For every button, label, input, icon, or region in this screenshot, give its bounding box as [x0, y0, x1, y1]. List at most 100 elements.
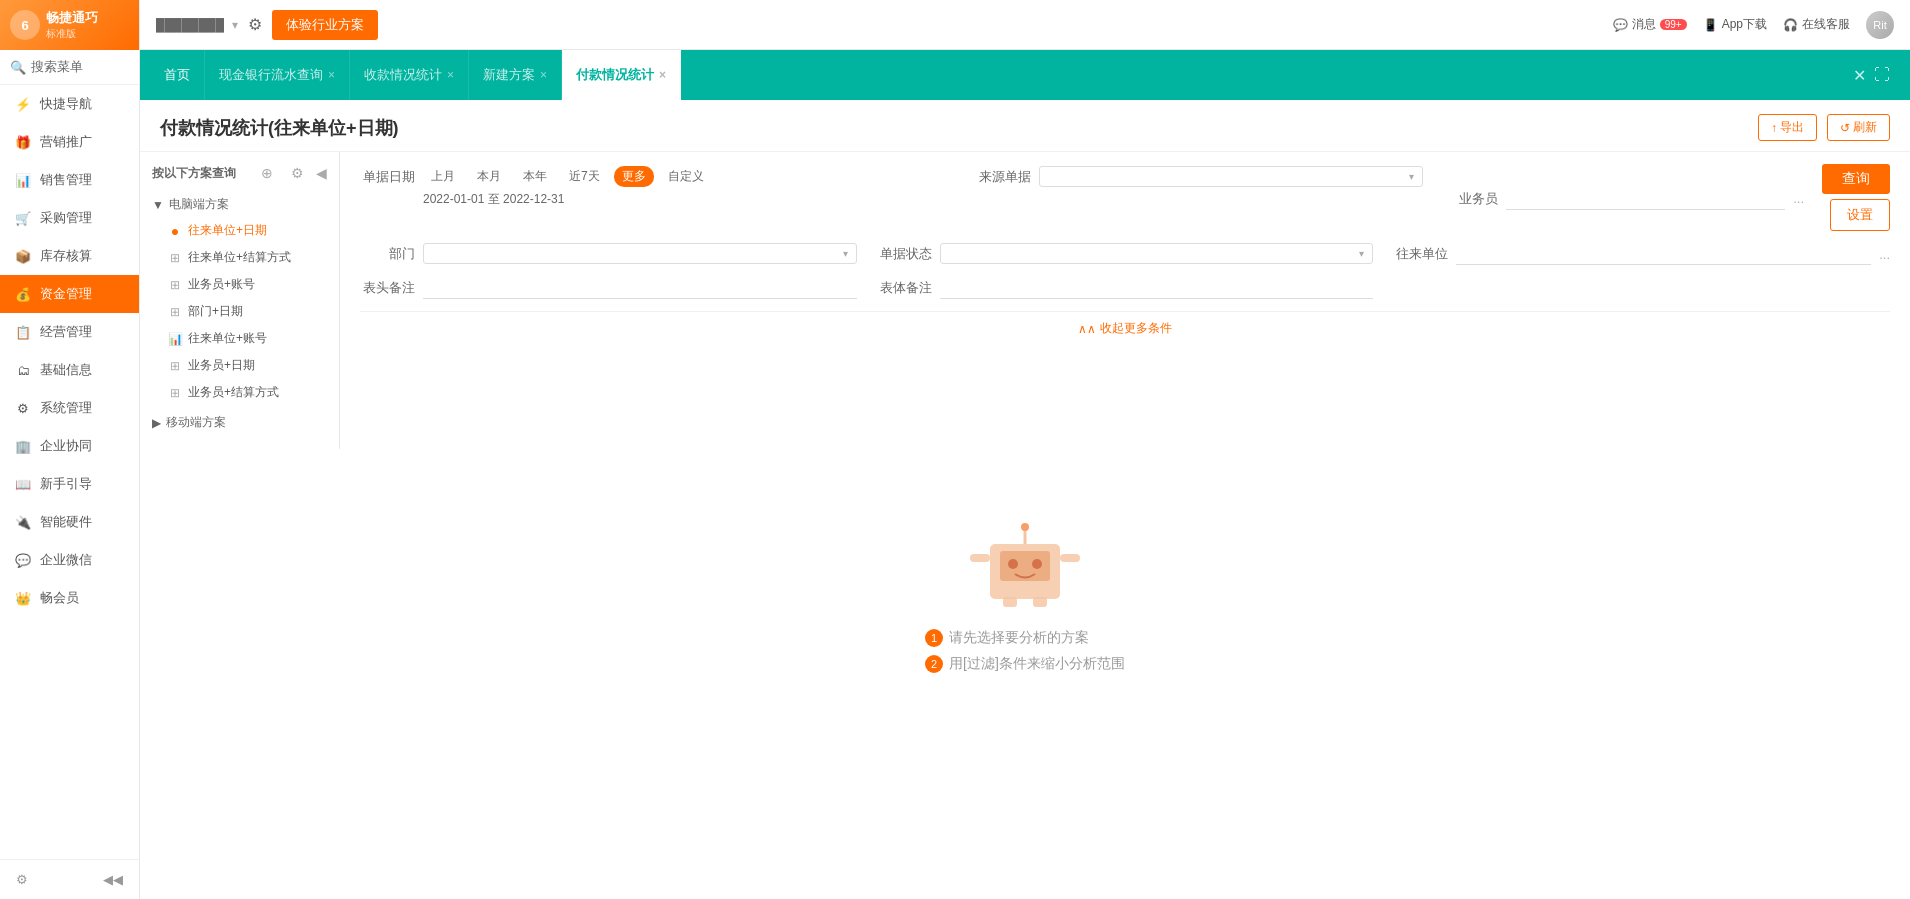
status-select[interactable]: ▾	[940, 243, 1374, 264]
status-label: 单据状态	[877, 245, 932, 263]
tab-home[interactable]: 首页	[150, 50, 205, 100]
export-button[interactable]: ↑ 导出	[1758, 114, 1817, 141]
tab-payments-label: 付款情况统计	[576, 66, 654, 84]
app-download-button[interactable]: 📱 App下载	[1703, 16, 1767, 33]
tab-receipts-close-icon[interactable]: ×	[447, 68, 454, 82]
sidebar-item-purchase[interactable]: 🛒 采购管理	[0, 199, 139, 237]
date-shortcut-custom[interactable]: 自定义	[660, 166, 712, 187]
tab-payments-close-icon[interactable]: ×	[659, 68, 666, 82]
sidebar-item-label: 销售管理	[40, 171, 92, 189]
message-button[interactable]: 💬 消息 99+	[1613, 16, 1687, 33]
sidebar-search-item[interactable]: 🔍 搜索菜单	[0, 50, 139, 85]
tab-close-all-icon[interactable]: ✕	[1853, 66, 1866, 85]
sidebar-item-inventory[interactable]: 📦 库存核算	[0, 237, 139, 275]
filter-settings-button[interactable]: 设置	[1830, 199, 1890, 231]
staff-label: 业务员	[1443, 190, 1498, 208]
tab-cashflow-close-icon[interactable]: ×	[328, 68, 335, 82]
scheme-item-unit-account[interactable]: 📊 往来单位+账号	[140, 325, 339, 352]
scheme-item-staff-settle[interactable]: ⊞ 业务员+结算方式	[140, 379, 339, 406]
trial-button[interactable]: 体验行业方案	[272, 10, 378, 40]
scheme-collapse-button[interactable]: ◀	[316, 165, 327, 181]
scheme-grid-icon: ⊞	[168, 278, 182, 292]
note-body-input[interactable]	[940, 277, 1374, 299]
sidebar-item-guide[interactable]: 📖 新手引导	[0, 465, 139, 503]
sidebar-item-label: 经营管理	[40, 323, 92, 341]
date-shortcuts: 上月 本月 本年 近7天 更多 自定义	[423, 166, 712, 187]
operations-icon: 📋	[14, 323, 32, 341]
query-form: 单据日期 上月 本月 本年 近7天 更多 自定义	[340, 152, 1910, 449]
date-range-display: 2022-01-01 至 2022-12-31	[423, 192, 564, 206]
scheme-item-label: 业务员+账号	[188, 276, 255, 293]
sidebar-item-enterprise[interactable]: 🏢 企业协同	[0, 427, 139, 465]
sidebar-item-finance[interactable]: 💰 资金管理	[0, 275, 139, 313]
date-shortcut-7days[interactable]: 近7天	[561, 166, 608, 187]
staff-ellipsis-icon[interactable]: ...	[1793, 191, 1804, 206]
empty-num-1: 1	[925, 629, 943, 647]
sidebar-item-shortcut[interactable]: ⚡ 快捷导航	[0, 85, 139, 123]
scheme-item-staff-date[interactable]: ⊞ 业务员+日期	[140, 352, 339, 379]
date-field: 单据日期 上月 本月 本年 近7天 更多 自定义	[360, 166, 956, 208]
tab-bar: 首页 现金银行流水查询 × 收款情况统计 × 新建方案 × 付款情况统计 ×	[140, 50, 1910, 100]
svg-point-5	[1021, 523, 1029, 531]
user-profile-button[interactable]: Rit	[1866, 11, 1894, 39]
export-label: 导出	[1780, 119, 1804, 136]
date-shortcut-this-month[interactable]: 本月	[469, 166, 509, 187]
tab-new-scheme[interactable]: 新建方案 ×	[469, 50, 562, 100]
form-row-notes: 表头备注 表体备注	[360, 277, 1890, 299]
scheme-group-mobile-title[interactable]: ▶ 移动端方案	[140, 410, 339, 435]
date-shortcut-more[interactable]: 更多	[614, 166, 654, 187]
scheme-item-dept-date[interactable]: ⊞ 部门+日期	[140, 298, 339, 325]
refresh-button[interactable]: ↺ 刷新	[1827, 114, 1890, 141]
chevron-down-icon[interactable]: ▾	[232, 18, 238, 32]
tab-new-scheme-label: 新建方案	[483, 66, 535, 84]
scheme-panel: 按以下方案查询 ⊕ ⚙ ◀ ▼ 电脑端方案	[140, 152, 340, 449]
tab-new-scheme-close-icon[interactable]: ×	[540, 68, 547, 82]
note-header-input[interactable]	[423, 277, 857, 299]
scheme-item-unit-date[interactable]: ● 往来单位+日期	[140, 217, 339, 244]
scheme-item-unit-settle[interactable]: ⊞ 往来单位+结算方式	[140, 244, 339, 271]
sidebar-collapse-button[interactable]: ◀◀	[95, 868, 131, 891]
staff-input[interactable]	[1506, 188, 1785, 210]
scheme-item-label: 业务员+结算方式	[188, 384, 279, 401]
scheme-item-label: 往来单位+账号	[188, 330, 267, 347]
date-shortcut-last-month[interactable]: 上月	[423, 166, 463, 187]
sidebar-item-system[interactable]: ⚙ 系统管理	[0, 389, 139, 427]
tab-payments[interactable]: 付款情况统计 ×	[562, 50, 681, 100]
sidebar-nav: ⚡ 快捷导航 🎁 营销推广 📊 销售管理 🛒 采购管理 📦 库存核算	[0, 85, 139, 859]
sidebar-item-weixin[interactable]: 💬 企业微信	[0, 541, 139, 579]
source-select[interactable]: ▾	[1039, 166, 1423, 187]
scheme-group-desktop-title[interactable]: ▼ 电脑端方案	[140, 192, 339, 217]
scheme-add-button[interactable]: ⊕	[256, 162, 278, 184]
date-shortcut-this-year[interactable]: 本年	[515, 166, 555, 187]
tab-cashflow[interactable]: 现金银行流水查询 ×	[205, 50, 350, 100]
sidebar-item-sales[interactable]: 📊 销售管理	[0, 161, 139, 199]
sidebar-item-basic[interactable]: 🗂 基础信息	[0, 351, 139, 389]
scheme-active-icon: ●	[168, 224, 182, 238]
unit-input[interactable]	[1456, 243, 1871, 265]
dept-select[interactable]: ▾	[423, 243, 857, 264]
sidebar-item-label: 基础信息	[40, 361, 92, 379]
logo-text: 畅捷通巧	[46, 9, 98, 27]
top-config-bar: ████████ ▾ ⚙ 体验行业方案 💬 消息 99+ 📱 App下载	[140, 0, 1910, 50]
sidebar-item-marketing[interactable]: 🎁 营销推广	[0, 123, 139, 161]
hardware-icon: 🔌	[14, 513, 32, 531]
tab-cashflow-label: 现金银行流水查询	[219, 66, 323, 84]
tab-expand-icon[interactable]: ⛶	[1874, 66, 1890, 84]
sidebar-item-member[interactable]: 👑 畅会员	[0, 579, 139, 617]
sidebar-item-hardware[interactable]: 🔌 智能硬件	[0, 503, 139, 541]
scheme-item-staff-account[interactable]: ⊞ 业务员+账号	[140, 271, 339, 298]
sidebar-settings-button[interactable]: ⚙	[8, 868, 36, 891]
collapse-more-conditions-button[interactable]: ∧∧ 收起更多条件	[360, 311, 1890, 345]
scheme-settings-button[interactable]: ⚙	[286, 162, 308, 184]
settings-icon[interactable]: ⚙	[248, 15, 262, 34]
online-service-label: 在线客服	[1802, 16, 1850, 33]
sidebar-item-operations[interactable]: 📋 经营管理	[0, 313, 139, 351]
online-service-button[interactable]: 🎧 在线客服	[1783, 16, 1850, 33]
message-label: 消息	[1632, 16, 1656, 33]
tab-receipts[interactable]: 收款情况统计 ×	[350, 50, 469, 100]
scheme-actions: ⊕ ⚙ ◀	[256, 162, 327, 184]
query-button[interactable]: 查询	[1822, 164, 1890, 194]
note-body-label: 表体备注	[877, 279, 932, 297]
unit-ellipsis-icon[interactable]: ...	[1879, 247, 1890, 262]
note-body-field: 表体备注	[877, 277, 1374, 299]
